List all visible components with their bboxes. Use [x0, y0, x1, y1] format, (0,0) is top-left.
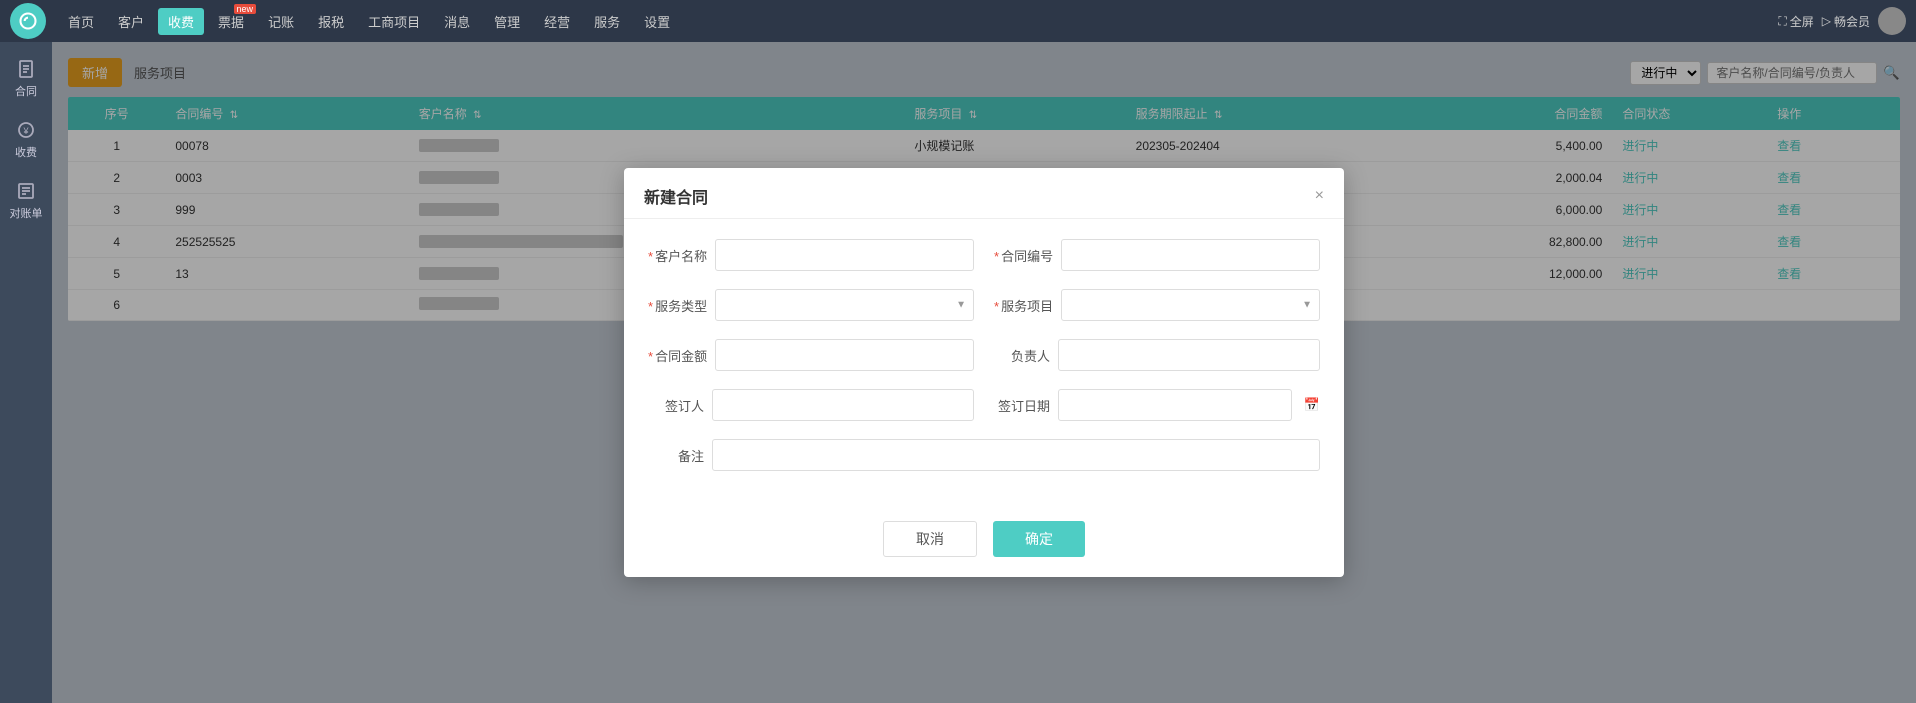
signer-label: 签订人: [648, 396, 704, 415]
fee-icon: ¥: [15, 119, 37, 141]
contract-no-label: *合同编号: [994, 246, 1053, 265]
service-type-select[interactable]: [715, 289, 974, 321]
required-star-5: *: [648, 349, 653, 364]
nav-home[interactable]: 首页: [58, 8, 104, 35]
nav-business[interactable]: 工商项目: [358, 8, 430, 35]
contract-no-input[interactable]: [1061, 239, 1320, 271]
svg-text:¥: ¥: [22, 126, 29, 136]
sidebar-bill-label: 对账单: [10, 205, 43, 221]
remark-label: 备注: [648, 446, 704, 465]
fullscreen-icon: ⛶: [1778, 14, 1786, 29]
responsible-label: 负责人: [994, 346, 1050, 365]
form-row-4: 签订人 签订日期 2023-06-06 📅: [648, 389, 1320, 421]
form-group-service-type: *服务类型 ▼: [648, 289, 974, 321]
main-content: 新增 服务项目 进行中 已完成 已终止 🔍 序号: [52, 42, 1916, 703]
service-item-select[interactable]: [1061, 289, 1320, 321]
required-star-4: *: [994, 299, 999, 314]
service-type-select-wrapper: ▼: [715, 289, 974, 321]
nav-message[interactable]: 消息: [434, 8, 480, 35]
member-btn[interactable]: ▷ 畅会员: [1822, 13, 1870, 30]
form-group-contract-no: *合同编号: [994, 239, 1320, 271]
avatar[interactable]: [1878, 7, 1906, 35]
form-row-1: *客户名称 *合同编号: [648, 239, 1320, 271]
form-row-5: 备注: [648, 439, 1320, 471]
service-item-select-wrapper: ▼: [1061, 289, 1320, 321]
modal-title: 新建合同: [644, 184, 708, 208]
modal-close-button[interactable]: ×: [1315, 187, 1324, 205]
modal-header: 新建合同 ×: [624, 168, 1344, 219]
form-group-amount: *合同金额 0.00: [648, 339, 974, 371]
amount-input[interactable]: 0.00: [715, 339, 974, 371]
form-group-sign-date: 签订日期 2023-06-06 📅: [994, 389, 1320, 421]
layout: 合同 ¥ 收费 对账单: [0, 42, 1916, 703]
form-row-2: *服务类型 ▼ *服务项目: [648, 289, 1320, 321]
form-row-3: *合同金额 0.00 负责人: [648, 339, 1320, 371]
fullscreen-btn[interactable]: ⛶ 全屏: [1778, 13, 1813, 30]
form-group-signer: 签订人: [648, 389, 974, 421]
responsible-input[interactable]: [1058, 339, 1320, 371]
calendar-icon[interactable]: 📅: [1304, 397, 1320, 413]
logo: [10, 3, 46, 39]
sidebar: 合同 ¥ 收费 对账单: [0, 42, 52, 703]
confirm-button[interactable]: 确定: [993, 521, 1085, 557]
bill-icon: [15, 180, 37, 202]
form-group-responsible: 负责人: [994, 339, 1320, 371]
sidebar-contract-label: 合同: [15, 83, 37, 99]
nav-operate[interactable]: 经营: [534, 8, 580, 35]
nav-bookkeep[interactable]: 记账: [258, 8, 304, 35]
form-group-customer: *客户名称: [648, 239, 974, 271]
required-star-2: *: [994, 249, 999, 264]
form-group-remark: 备注: [648, 439, 1320, 471]
sign-date-label: 签订日期: [994, 396, 1050, 415]
nav-fee[interactable]: 收费: [158, 8, 204, 35]
nav-right: ⛶ 全屏 ▷ 畅会员: [1778, 7, 1906, 35]
remark-input[interactable]: [712, 439, 1320, 471]
modal-footer: 取消 确定: [624, 509, 1344, 577]
nav-customer[interactable]: 客户: [108, 8, 154, 35]
sidebar-item-contract[interactable]: 合同: [0, 50, 52, 107]
service-item-label: *服务项目: [994, 296, 1053, 315]
sidebar-item-bill[interactable]: 对账单: [0, 172, 52, 229]
sign-date-input[interactable]: 2023-06-06: [1058, 389, 1292, 421]
nav-settings[interactable]: 设置: [634, 8, 680, 35]
play-icon: ▷: [1822, 14, 1831, 28]
nav-service[interactable]: 服务: [584, 8, 630, 35]
nav-manage[interactable]: 管理: [484, 8, 530, 35]
nav-ticket[interactable]: 票据 new: [208, 8, 254, 35]
customer-label: *客户名称: [648, 246, 707, 265]
form-group-service-item: *服务项目 ▼: [994, 289, 1320, 321]
top-nav: 首页 客户 收费 票据 new 记账 报税 工商项目 消息 管理 经营 服务 设…: [0, 0, 1916, 42]
customer-name-input[interactable]: [715, 239, 974, 271]
amount-label: *合同金额: [648, 346, 707, 365]
sidebar-item-fee[interactable]: ¥ 收费: [0, 111, 52, 168]
required-star-3: *: [648, 299, 653, 314]
modal-body: *客户名称 *合同编号: [624, 219, 1344, 509]
nav-items: 首页 客户 收费 票据 new 记账 报税 工商项目 消息 管理 经营 服务 设…: [58, 8, 1778, 35]
nav-tax[interactable]: 报税: [308, 8, 354, 35]
new-contract-modal: 新建合同 × *客户名称 *合同编号: [624, 168, 1344, 577]
modal-overlay: 新建合同 × *客户名称 *合同编号: [52, 42, 1916, 703]
contract-icon: [15, 58, 37, 80]
new-badge: new: [234, 4, 257, 14]
sidebar-fee-label: 收费: [15, 144, 37, 160]
cancel-button[interactable]: 取消: [883, 521, 977, 557]
required-star: *: [648, 249, 653, 264]
signer-input[interactable]: [712, 389, 974, 421]
service-type-label: *服务类型: [648, 296, 707, 315]
